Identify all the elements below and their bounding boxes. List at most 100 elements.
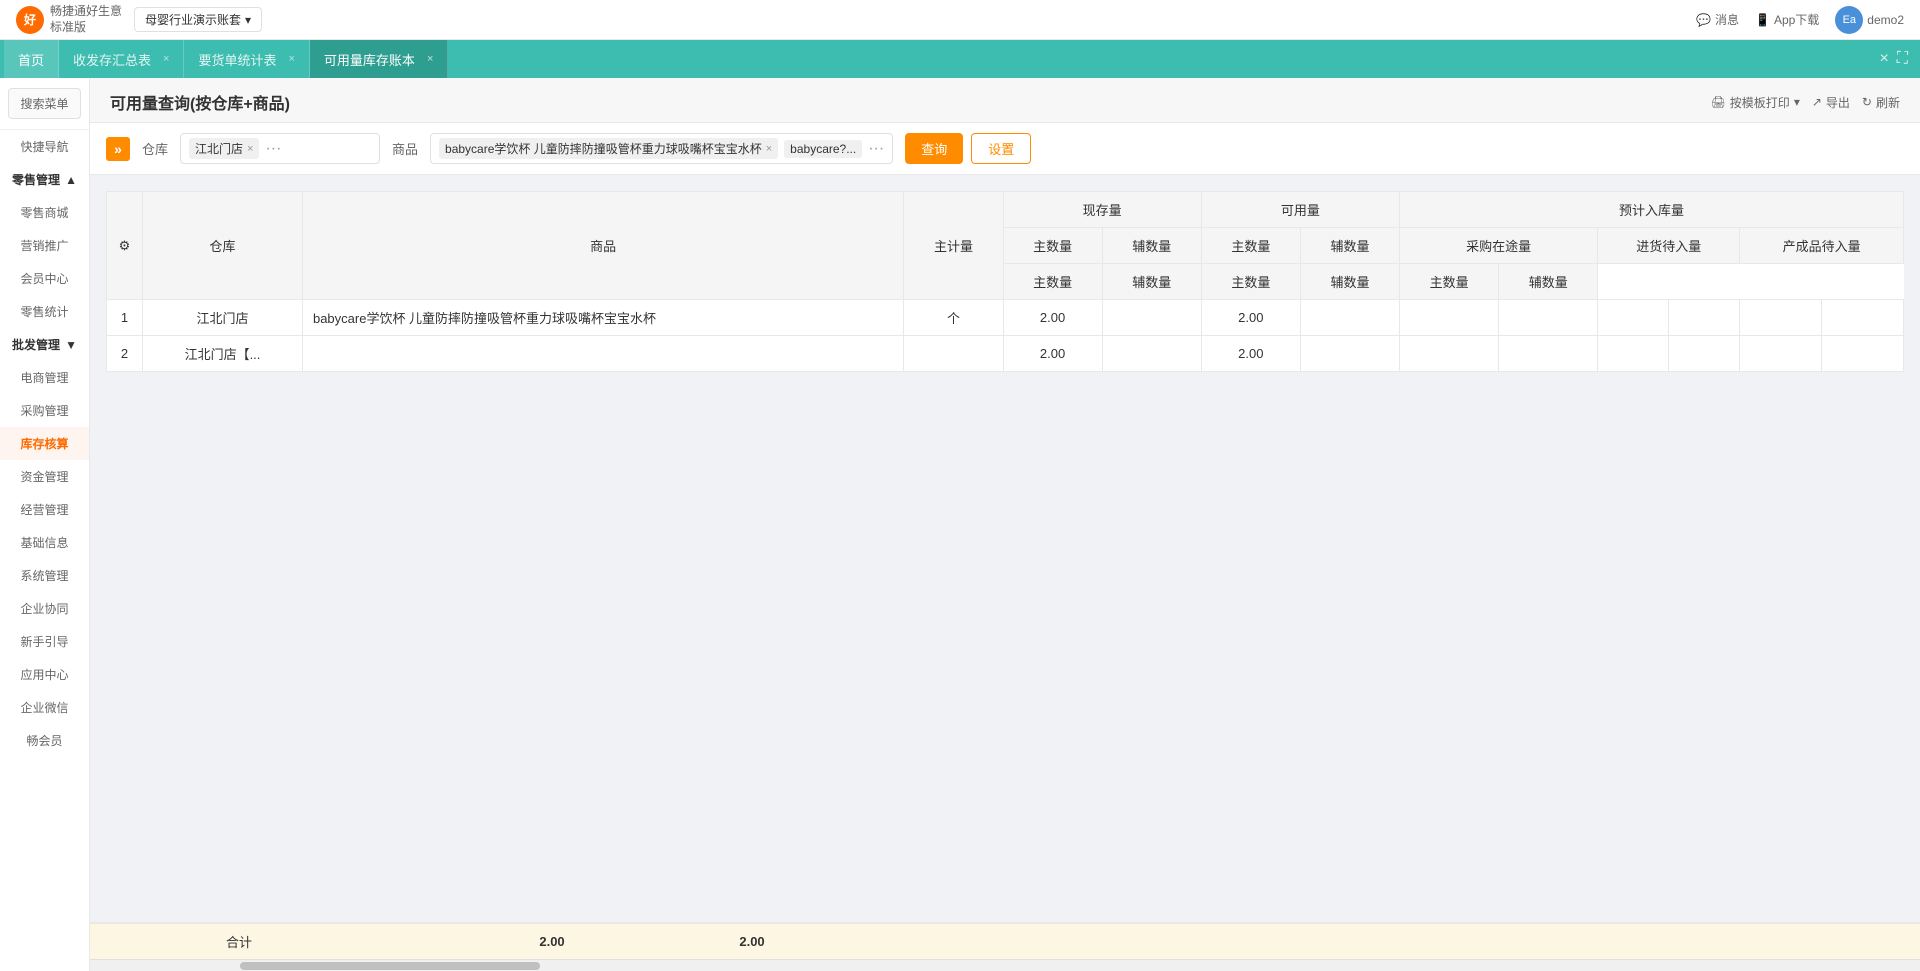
table-footer: 合计 2.00 2.00 xyxy=(90,922,1920,959)
cell-purchase-pending-main xyxy=(1598,300,1669,336)
sidebar-item-operations-mgmt[interactable]: 经营管理 xyxy=(0,493,89,526)
cell-production-pending-main xyxy=(1740,300,1822,336)
query-button[interactable]: 查询 xyxy=(905,133,963,164)
sidebar-item-inventory-check-label: 库存核算 xyxy=(20,437,68,451)
tab-fullscreen[interactable]: ⛶ xyxy=(1897,50,1908,68)
cell-index: 2 xyxy=(107,336,143,372)
sidebar-item-wholesale-mgmt[interactable]: 批发管理 ▼ xyxy=(0,328,89,361)
sidebar-item-finance-mgmt[interactable]: 资金管理 xyxy=(0,460,89,493)
sidebar-item-purchase-mgmt[interactable]: 采购管理 xyxy=(0,394,89,427)
sidebar-item-enterprise-wechat[interactable]: 企业微信 xyxy=(0,691,89,724)
cell-available-main: 2.00 xyxy=(1201,300,1300,336)
user-profile[interactable]: Ea demo2 xyxy=(1835,6,1904,34)
product-tag1: babycare学饮杯 儿童防摔防撞吸管杯重力球吸嘴杯宝宝水杯 × xyxy=(439,138,778,159)
settings-button[interactable]: 设置 xyxy=(971,133,1031,164)
th-available-aux: 辅数量 xyxy=(1300,228,1399,264)
sidebar-item-basic-info-label: 基础信息 xyxy=(20,536,68,550)
tab-available-stock[interactable]: 可用量库存账本 × xyxy=(310,40,448,78)
top-bar: 好 畅捷通好生意 标准版 母婴行业演示账套 ▾ 💬 消息 📱 App下载 Ea … xyxy=(0,0,1920,40)
sidebar-item-marketing[interactable]: 营销推广 xyxy=(0,229,89,262)
tab-order-stats-close[interactable]: × xyxy=(288,53,294,65)
message-icon: 💬 xyxy=(1696,13,1711,27)
sidebar-item-member-center-label: 会员中心 xyxy=(20,272,68,286)
product-tag1-close[interactable]: × xyxy=(766,143,772,155)
cell-production-pending-aux xyxy=(1822,300,1904,336)
industry-selector[interactable]: 母婴行业演示账套 ▾ xyxy=(134,7,262,32)
th-production-pending-main: 主数量 xyxy=(1400,264,1499,300)
tab-order-stats-label: 要货单统计表 xyxy=(198,50,276,69)
filter-toggle-btn[interactable]: » xyxy=(106,137,130,161)
table-row: 1 江北门店 babycare学饮杯 儿童防摔防撞吸管杯重力球吸嘴杯宝宝水杯 个… xyxy=(107,300,1904,336)
cell-purchase-transit-aux xyxy=(1499,300,1598,336)
warehouse-tag-close[interactable]: × xyxy=(247,143,253,155)
sidebar-item-enterprise-collab[interactable]: 企业协同 xyxy=(0,592,89,625)
tab-available-stock-label: 可用量库存账本 xyxy=(324,50,415,69)
sidebar-item-operations-mgmt-label: 经营管理 xyxy=(20,503,68,517)
th-main-unit: 主计量 xyxy=(904,192,1003,300)
sidebar-search: 搜索菜单 xyxy=(0,78,89,130)
tab-home-label: 首页 xyxy=(18,50,44,69)
tab-window-close[interactable]: × xyxy=(1879,50,1888,68)
sidebar-item-retail-mall[interactable]: 零售商城 xyxy=(0,196,89,229)
sidebar-item-app-center[interactable]: 应用中心 xyxy=(0,658,89,691)
sidebar-item-marketing-label: 营销推广 xyxy=(20,239,68,253)
warehouse-more-dots[interactable]: ··· xyxy=(265,140,281,158)
template-print-btn[interactable]: 🖨 按模板打印 ▾ xyxy=(1711,94,1800,111)
product-input[interactable]: babycare学饮杯 儿童防摔防撞吸管杯重力球吸嘴杯宝宝水杯 × babyca… xyxy=(430,133,893,164)
product-more-dots[interactable]: ··· xyxy=(868,140,884,158)
sidebar-item-basic-info[interactable]: 基础信息 xyxy=(0,526,89,559)
cell-purchase-pending-aux xyxy=(1669,300,1740,336)
cell-product xyxy=(302,336,903,372)
tab-home[interactable]: 首页 xyxy=(4,40,59,78)
message-action[interactable]: 💬 消息 xyxy=(1696,11,1739,28)
top-bar-right: 💬 消息 📱 App下载 Ea demo2 xyxy=(1696,6,1904,34)
logo-text: 畅捷通好生意 标准版 xyxy=(50,4,122,35)
export-label: 导出 xyxy=(1826,94,1850,111)
th-purchase-transit-main: 主数量 xyxy=(1003,264,1102,300)
sidebar-item-finance-mgmt-label: 资金管理 xyxy=(20,470,68,484)
tab-receive-send[interactable]: 收发存汇总表 × xyxy=(59,40,184,78)
search-menu-button[interactable]: 搜索菜单 xyxy=(8,88,81,119)
data-table: ⚙ 仓库 商品 主计量 现存量 可用量 预计入库量 主数量 辅数量 主数量 辅数… xyxy=(106,191,1904,372)
warehouse-input[interactable]: 江北门店 × ··· xyxy=(180,133,380,164)
sidebar-item-new-guide[interactable]: 新手引导 xyxy=(0,625,89,658)
sidebar-item-system-mgmt[interactable]: 系统管理 xyxy=(0,559,89,592)
scroll-thumb[interactable] xyxy=(240,962,540,970)
sidebar-item-retail-mgmt[interactable]: 零售管理 ▲ xyxy=(0,163,89,196)
th-settings[interactable]: ⚙ xyxy=(107,192,143,300)
th-warehouse: 仓库 xyxy=(143,192,303,300)
refresh-btn[interactable]: ↻ 刷新 xyxy=(1862,94,1900,111)
tab-available-stock-close[interactable]: × xyxy=(427,53,433,65)
th-available-main: 主数量 xyxy=(1201,228,1300,264)
cell-purchase-pending-aux xyxy=(1669,336,1740,372)
tab-order-stats[interactable]: 要货单统计表 × xyxy=(184,40,309,78)
main-layout: 搜索菜单 快捷导航 零售管理 ▲ 零售商城 营销推广 会员中心 零售统计 批发管… xyxy=(0,78,1920,971)
cell-warehouse: 江北门店 xyxy=(143,300,303,336)
warehouse-tag: 江北门店 × xyxy=(189,138,259,159)
table-row: 2 江北门店【... 2.00 2.00 xyxy=(107,336,1904,372)
refresh-label: 刷新 xyxy=(1876,94,1900,111)
sidebar-item-ecommerce-mgmt[interactable]: 电商管理 xyxy=(0,361,89,394)
sidebar-item-member[interactable]: 畅会员 xyxy=(0,724,89,757)
app-download-action[interactable]: 📱 App下载 xyxy=(1755,11,1819,28)
sidebar-item-quick-nav[interactable]: 快捷导航 xyxy=(0,130,89,163)
sidebar-item-member-center[interactable]: 会员中心 xyxy=(0,262,89,295)
logo-line1: 畅捷通好生意 xyxy=(50,4,122,20)
th-current-aux: 辅数量 xyxy=(1102,228,1201,264)
industry-label: 母婴行业演示账套 xyxy=(145,11,241,28)
sidebar-item-inventory-check[interactable]: 库存核算 xyxy=(0,427,89,460)
chevron-down-icon: ▾ xyxy=(245,13,251,27)
sidebar-item-enterprise-wechat-label: 企业微信 xyxy=(20,701,68,715)
logo-icon: 好 xyxy=(16,6,44,34)
th-current-stock: 现存量 xyxy=(1003,192,1201,228)
cell-available-main: 2.00 xyxy=(1201,336,1300,372)
export-icon: ↗ xyxy=(1812,95,1822,109)
horizontal-scrollbar[interactable] xyxy=(90,959,1920,971)
tab-receive-send-close[interactable]: × xyxy=(163,53,169,65)
warehouse-filter-label: 仓库 xyxy=(142,139,168,158)
cell-available-aux xyxy=(1300,300,1399,336)
warehouse-tag-value: 江北门店 xyxy=(195,140,243,157)
sidebar-item-retail-stats[interactable]: 零售统计 xyxy=(0,295,89,328)
export-btn[interactable]: ↗ 导出 xyxy=(1812,94,1850,111)
print-icon: 🖨 xyxy=(1711,95,1726,109)
